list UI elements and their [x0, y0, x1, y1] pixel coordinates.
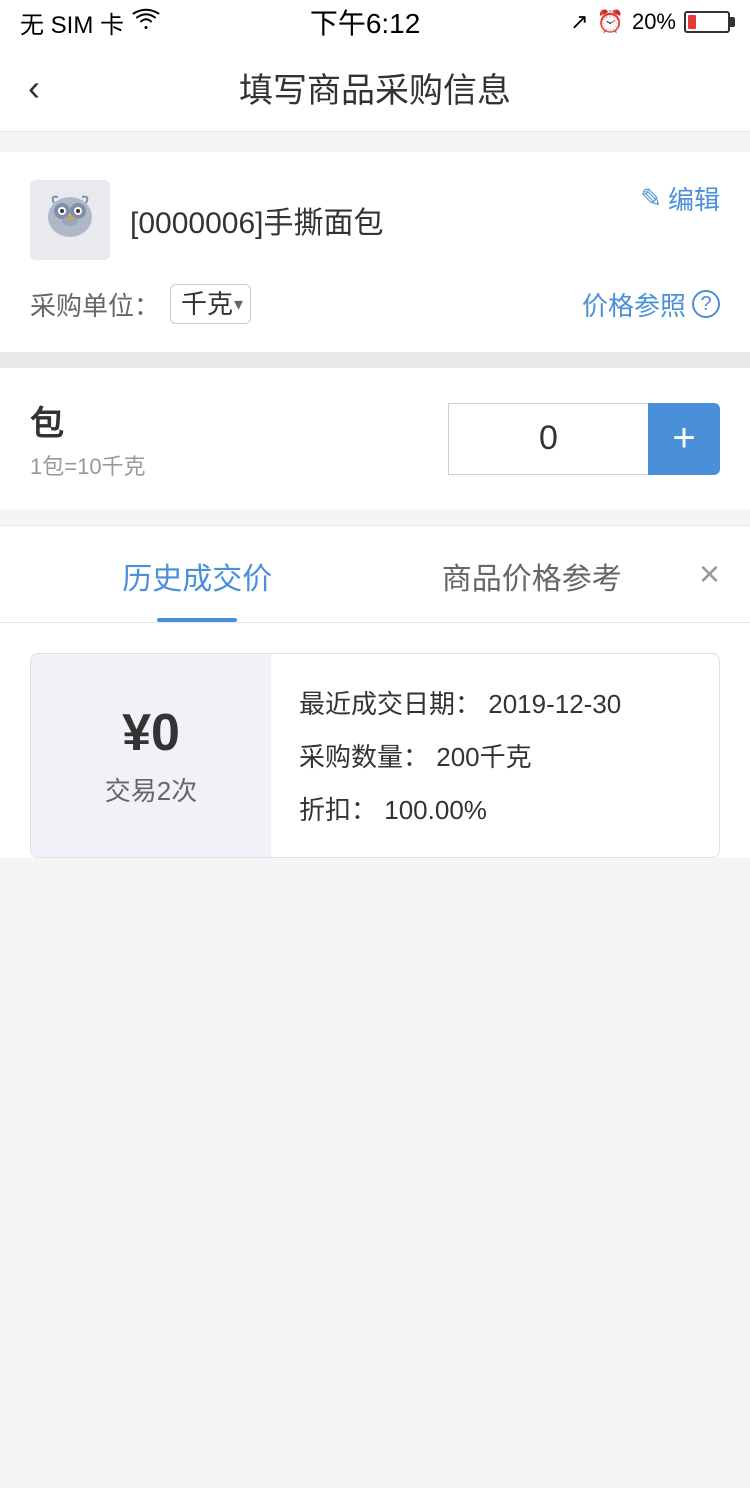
quantity-plus-button[interactable]: + — [648, 403, 720, 475]
edit-label: 编辑 — [668, 180, 720, 217]
qty-unit-label: 包 — [30, 396, 146, 445]
battery-icon — [684, 11, 730, 33]
carrier-text: 无 SIM 卡 — [20, 5, 124, 40]
product-unit-row: 采购单位： 千克 价格参照 ? — [30, 284, 720, 324]
product-card: [0000006]手撕面包 ✎ 编辑 采购单位： 千克 价格参照 ? — [0, 152, 750, 352]
purchase-qty-label: 采购数量： — [299, 742, 429, 772]
unit-select[interactable]: 千克 — [170, 284, 251, 324]
history-details: 最近成交日期： 2019-12-30 采购数量： 200千克 折扣： 100.0… — [271, 654, 719, 857]
discount-label: 折扣： — [299, 795, 377, 825]
discount-row: 折扣： 100.00% — [299, 790, 691, 827]
tab-product-price-ref[interactable]: 商品价格参考 — [364, 526, 698, 622]
purchase-qty-row: 采购数量： 200千克 — [299, 737, 691, 774]
nav-bar: ‹ 填写商品采购信息 — [0, 44, 750, 132]
history-price-block: ¥0 交易2次 — [31, 654, 271, 857]
product-left: [0000006]手撕面包 — [30, 180, 383, 260]
price-ref-button[interactable]: 价格参照 ? — [582, 286, 720, 323]
wifi-icon — [132, 8, 160, 37]
recent-date-row: 最近成交日期： 2019-12-30 — [299, 684, 691, 721]
unit-label: 采购单位： — [30, 286, 160, 323]
product-thumbnail — [30, 180, 110, 260]
owl-logo-icon — [40, 185, 100, 255]
history-price-value: ¥0 — [122, 703, 180, 763]
battery-percent: 20% — [632, 9, 676, 35]
recent-date-label: 最近成交日期： — [299, 689, 481, 719]
status-time: 下午6:12 — [310, 2, 421, 42]
page-bottom — [0, 888, 750, 1488]
product-name: [0000006]手撕面包 — [130, 198, 383, 242]
section-divider — [0, 352, 750, 368]
tab-history-label: 历史成交价 — [122, 563, 272, 596]
edit-button[interactable]: ✎ 编辑 — [640, 180, 720, 217]
qty-conversion-label: 1包=10千克 — [30, 449, 146, 481]
history-card: ¥0 交易2次 最近成交日期： 2019-12-30 采购数量： 200千克 折… — [30, 653, 720, 858]
edit-icon: ✎ — [640, 183, 662, 214]
tab-close-button[interactable]: × — [699, 533, 720, 615]
page-title: 填写商品采购信息 — [239, 63, 511, 112]
bottom-panel: 历史成交价 商品价格参考 × ¥0 交易2次 最近成交日期： 2019-12-3… — [0, 525, 750, 858]
location-icon: ↗ — [570, 9, 588, 35]
alarm-icon: ⏰ — [597, 9, 624, 35]
tabs-row: 历史成交价 商品价格参考 × — [0, 526, 750, 623]
status-left: 无 SIM 卡 — [20, 5, 160, 40]
price-ref-label: 价格参照 — [582, 286, 686, 323]
quantity-input[interactable] — [448, 403, 648, 475]
status-right: ↗ ⏰ 20% — [570, 9, 730, 35]
recent-date-value: 2019-12-30 — [488, 689, 621, 719]
product-header: [0000006]手撕面包 ✎ 编辑 — [30, 180, 720, 260]
purchase-qty-value: 200千克 — [436, 742, 531, 772]
tab-product-label: 商品价格参考 — [442, 563, 622, 596]
quantity-row: 包 1包=10千克 + — [0, 368, 750, 509]
history-trades-count: 交易2次 — [105, 771, 197, 808]
tab-history-price[interactable]: 历史成交价 — [30, 526, 364, 622]
discount-value: 100.00% — [384, 795, 487, 825]
quantity-label: 包 1包=10千克 — [30, 396, 146, 481]
qty-input-wrap: + — [448, 403, 720, 475]
help-icon: ? — [692, 290, 720, 318]
back-button[interactable]: ‹ — [28, 67, 40, 109]
unit-select-wrap[interactable]: 千克 — [170, 284, 251, 324]
status-bar: 无 SIM 卡 下午6:12 ↗ ⏰ 20% — [0, 0, 750, 44]
